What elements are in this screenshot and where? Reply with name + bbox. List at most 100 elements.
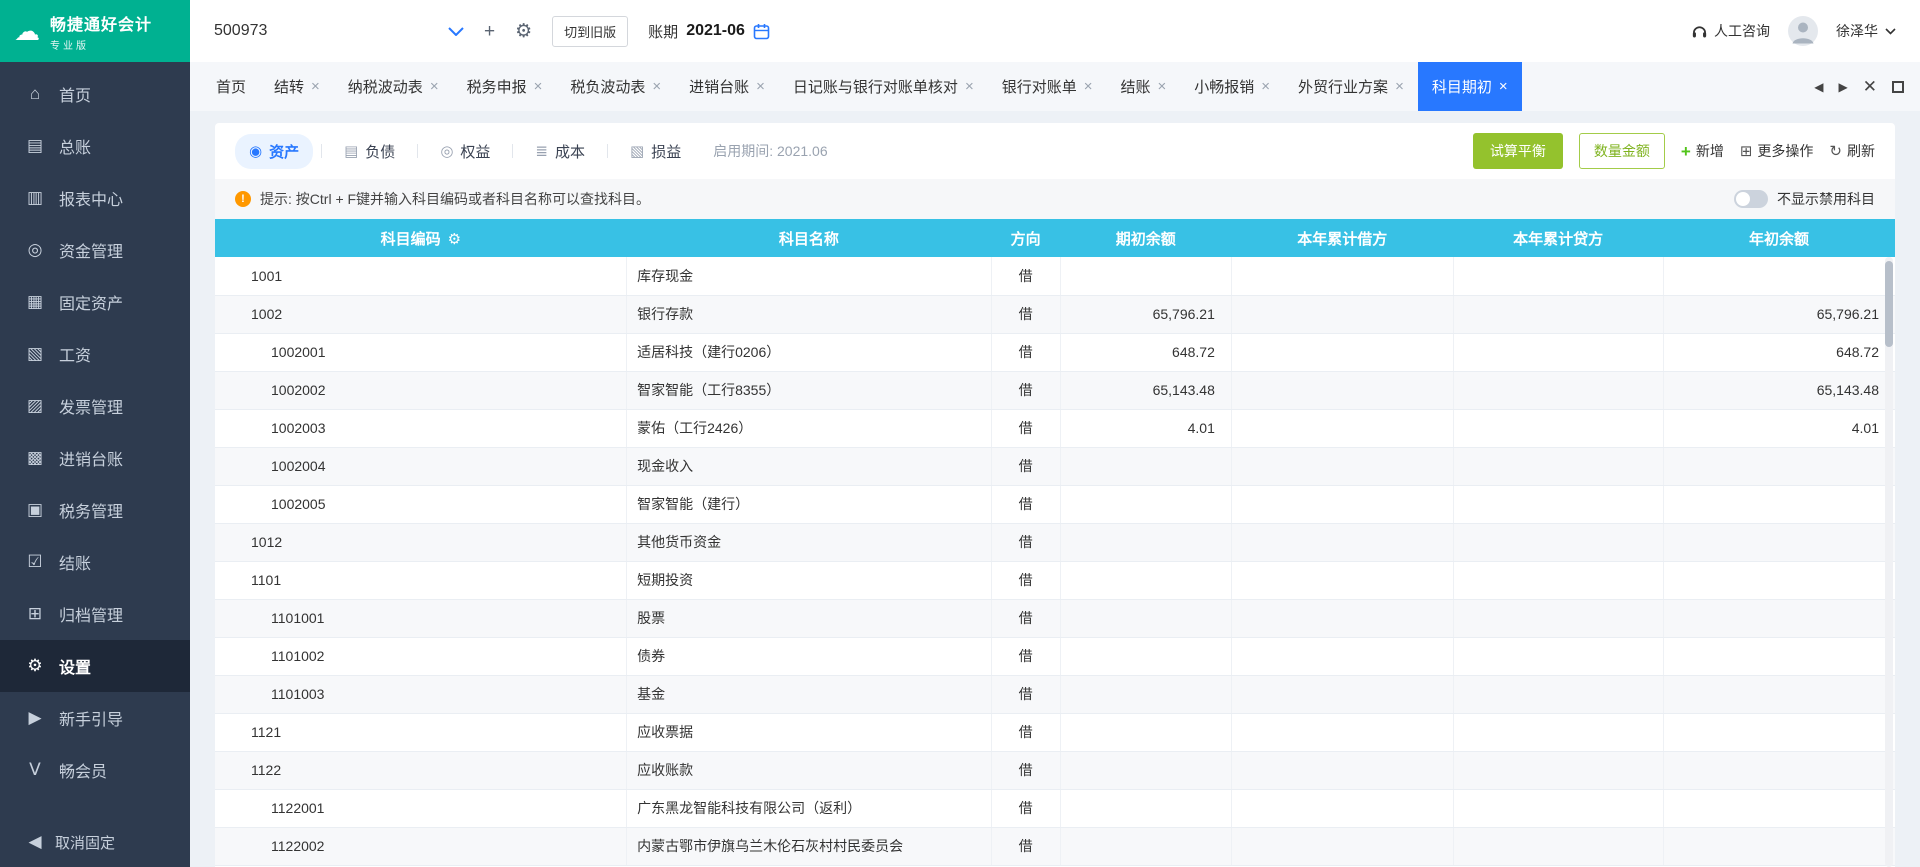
hide-disabled-toggle[interactable] <box>1734 190 1768 208</box>
cell-initial-balance <box>1663 789 1895 828</box>
calendar-icon[interactable] <box>753 23 770 40</box>
sidebar-item-purchase-sales[interactable]: ▩ 进销台账 <box>0 432 190 484</box>
close-all-tabs-button[interactable]: ✕ <box>1863 77 1877 97</box>
category-tab-equity[interactable]: ◎ 权益 <box>426 134 504 169</box>
cell-opening-balance: 648.72 <box>1060 333 1232 372</box>
cell-ytd-debit <box>1231 447 1454 486</box>
table-row[interactable]: 1101 短期投资借 <box>215 561 1895 600</box>
switch-old-version-button[interactable]: 切到旧版 <box>552 15 629 47</box>
window-tab[interactable]: 外贸行业方案 × <box>1284 62 1418 111</box>
window-tab[interactable]: 结转 × <box>260 62 334 111</box>
category-tab-assets[interactable]: ◉ 资产 <box>235 133 314 169</box>
close-tab-icon[interactable]: × <box>1158 79 1167 94</box>
close-tab-icon[interactable]: × <box>311 79 320 94</box>
table-row[interactable]: 1002001 适居科技（建行0206）借 648.72 648.72 <box>215 333 1895 372</box>
add-button[interactable]: + <box>484 22 495 41</box>
close-tab-icon[interactable]: × <box>1499 79 1508 94</box>
trial-balance-button[interactable]: 试算平衡 <box>1472 133 1563 169</box>
vertical-scrollbar[interactable] <box>1885 257 1893 867</box>
category-tab-liabilities[interactable]: ▤ 负债 <box>330 134 409 169</box>
hide-disabled-control: 不显示禁用科目 <box>1734 189 1875 209</box>
cell-opening-balance: 65,796.21 <box>1060 295 1232 334</box>
window-tab[interactable]: 纳税波动表 × <box>334 62 453 111</box>
table-row[interactable]: 1101002 债券借 <box>215 637 1895 676</box>
sidebar-item-guide[interactable]: ▶ 新手引导 <box>0 692 190 744</box>
window-tab[interactable]: 进销台账 × <box>675 62 779 111</box>
cell-opening-balance <box>1060 713 1232 752</box>
add-account-button[interactable]: + 新增 <box>1681 141 1724 161</box>
table-row[interactable]: 1002002 智家智能（工行8355）借 65,143.48 65,143.48 <box>215 371 1895 410</box>
close-tab-icon[interactable]: × <box>1395 79 1404 94</box>
sidebar-item-closing[interactable]: ☑ 结账 <box>0 536 190 588</box>
scroll-tabs-left-button[interactable]: ◀ <box>1814 80 1823 94</box>
table-row[interactable]: 1002004 现金收入借 <box>215 447 1895 486</box>
close-tab-icon[interactable]: × <box>965 79 974 94</box>
user-menu[interactable]: 徐泽华 <box>1836 21 1896 41</box>
cell-account-code: 1002005 <box>215 485 628 524</box>
account-selector[interactable]: 500973 <box>214 22 464 40</box>
sidebar-item-settings[interactable]: ⚙ 设置 <box>0 640 190 692</box>
sidebar-item-payroll[interactable]: ▧ 工资 <box>0 328 190 380</box>
sidebar-item-label: 报表中心 <box>59 192 124 209</box>
table-row[interactable]: 1001 库存现金借 <box>215 257 1895 296</box>
sidebar-item-tax[interactable]: ▣ 税务管理 <box>0 484 190 536</box>
sidebar-item-label: 首页 <box>59 88 92 105</box>
sidebar-item-general-ledger[interactable]: ▤ 总账 <box>0 120 190 172</box>
sidebar-item-archive[interactable]: ⊞ 归档管理 <box>0 588 190 640</box>
table-row[interactable]: 1012 其他货币资金借 <box>215 523 1895 562</box>
close-tab-icon[interactable]: × <box>652 79 661 94</box>
window-tab[interactable]: 税负波动表 × <box>556 62 675 111</box>
close-tab-icon[interactable]: × <box>430 79 439 94</box>
close-tab-icon[interactable]: × <box>1084 79 1093 94</box>
support-button[interactable]: 人工咨询 <box>1691 21 1770 41</box>
window-tab[interactable]: 科目期初 × <box>1417 62 1522 111</box>
quantity-amount-button[interactable]: 数量金额 <box>1578 133 1665 169</box>
table-row[interactable]: 1101001 股票借 <box>215 599 1895 638</box>
table-row[interactable]: 1122002 内蒙古鄂市伊旗乌兰木伦石灰村村民委员会借 <box>215 827 1895 866</box>
main-area: 500973 + ⚙ 切到旧版 账期 2021-06 人工咨询 徐泽华 首页 结… <box>190 0 1920 867</box>
cell-ytd-credit <box>1453 257 1664 296</box>
table-row[interactable]: 1101003 基金借 <box>215 675 1895 714</box>
more-operations-button[interactable]: ⊞ 更多操作 <box>1740 141 1814 161</box>
table-row[interactable]: 1002005 智家智能（建行）借 <box>215 485 1895 524</box>
window-tabs: 首页 结转 × 纳税波动表 × 税务申报 × 税负波动表 × 进销台账 × 日记账与银行对账单核对 × 银… <box>202 62 1522 111</box>
category-tab-cost[interactable]: ≣ 成本 <box>521 134 599 169</box>
report-icon: ▥ <box>26 188 44 207</box>
window-tab[interactable]: 小畅报销 × <box>1180 62 1284 111</box>
close-tab-icon[interactable]: × <box>534 79 543 94</box>
fullscreen-button[interactable] <box>1892 80 1904 93</box>
gear-icon[interactable]: ⚙ <box>515 22 532 41</box>
window-tab[interactable]: 银行对账单 × <box>988 62 1107 111</box>
scroll-tabs-right-button[interactable]: ▶ <box>1839 80 1848 94</box>
table-row[interactable]: 1002003 蒙佑（工行2426）借 4.01 4.01 <box>215 409 1895 448</box>
avatar[interactable] <box>1788 16 1818 46</box>
window-tab[interactable]: 首页 <box>202 62 260 111</box>
scrollbar-thumb[interactable] <box>1885 261 1893 347</box>
category-tab-profit-loss[interactable]: ▧ 损益 <box>616 134 695 169</box>
close-tab-icon[interactable]: × <box>1261 79 1270 94</box>
hint-text: 提示: 按Ctrl + F键并输入科目编码或者科目名称可以查找科目。 <box>260 191 651 207</box>
window-tab[interactable]: 结账 × <box>1106 62 1180 111</box>
window-tab[interactable]: 税务申报 × <box>453 62 557 111</box>
column-settings-icon[interactable]: ⚙ <box>448 231 461 248</box>
sidebar-item-invoice[interactable]: ▨ 发票管理 <box>0 380 190 432</box>
table-row[interactable]: 1002 银行存款借 65,796.21 65,796.21 <box>215 295 1895 334</box>
sidebar-item-fixed-assets[interactable]: ▦ 固定资产 <box>0 276 190 328</box>
sidebar-item-home[interactable]: ⌂ 首页 <box>0 68 190 120</box>
cell-ytd-debit <box>1231 599 1454 638</box>
sidebar-item-funds[interactable]: ◎ 资金管理 <box>0 224 190 276</box>
table-row[interactable]: 1121 应收票据借 <box>215 713 1895 752</box>
cell-opening-balance <box>1060 637 1232 676</box>
table-row[interactable]: 1122001 广东黑龙智能科技有限公司（返利）借 <box>215 789 1895 828</box>
close-tab-icon[interactable]: × <box>756 79 765 94</box>
window-tab[interactable]: 日记账与银行对账单核对 × <box>779 62 988 111</box>
sidebar-item-member[interactable]: Ⅴ 畅会员 <box>0 744 190 796</box>
cell-ytd-credit <box>1453 333 1664 372</box>
unpin-sidebar-button[interactable]: ◀ 取消固定 <box>0 817 190 867</box>
sidebar-item-label: 总账 <box>59 140 92 157</box>
accounting-period[interactable]: 账期 2021-06 <box>648 21 770 42</box>
refresh-button[interactable]: ↻ 刷新 <box>1829 141 1875 161</box>
table-row[interactable]: 1122 应收账款借 <box>215 751 1895 790</box>
sidebar-item-report-center[interactable]: ▥ 报表中心 <box>0 172 190 224</box>
cell-direction: 借 <box>991 333 1061 372</box>
